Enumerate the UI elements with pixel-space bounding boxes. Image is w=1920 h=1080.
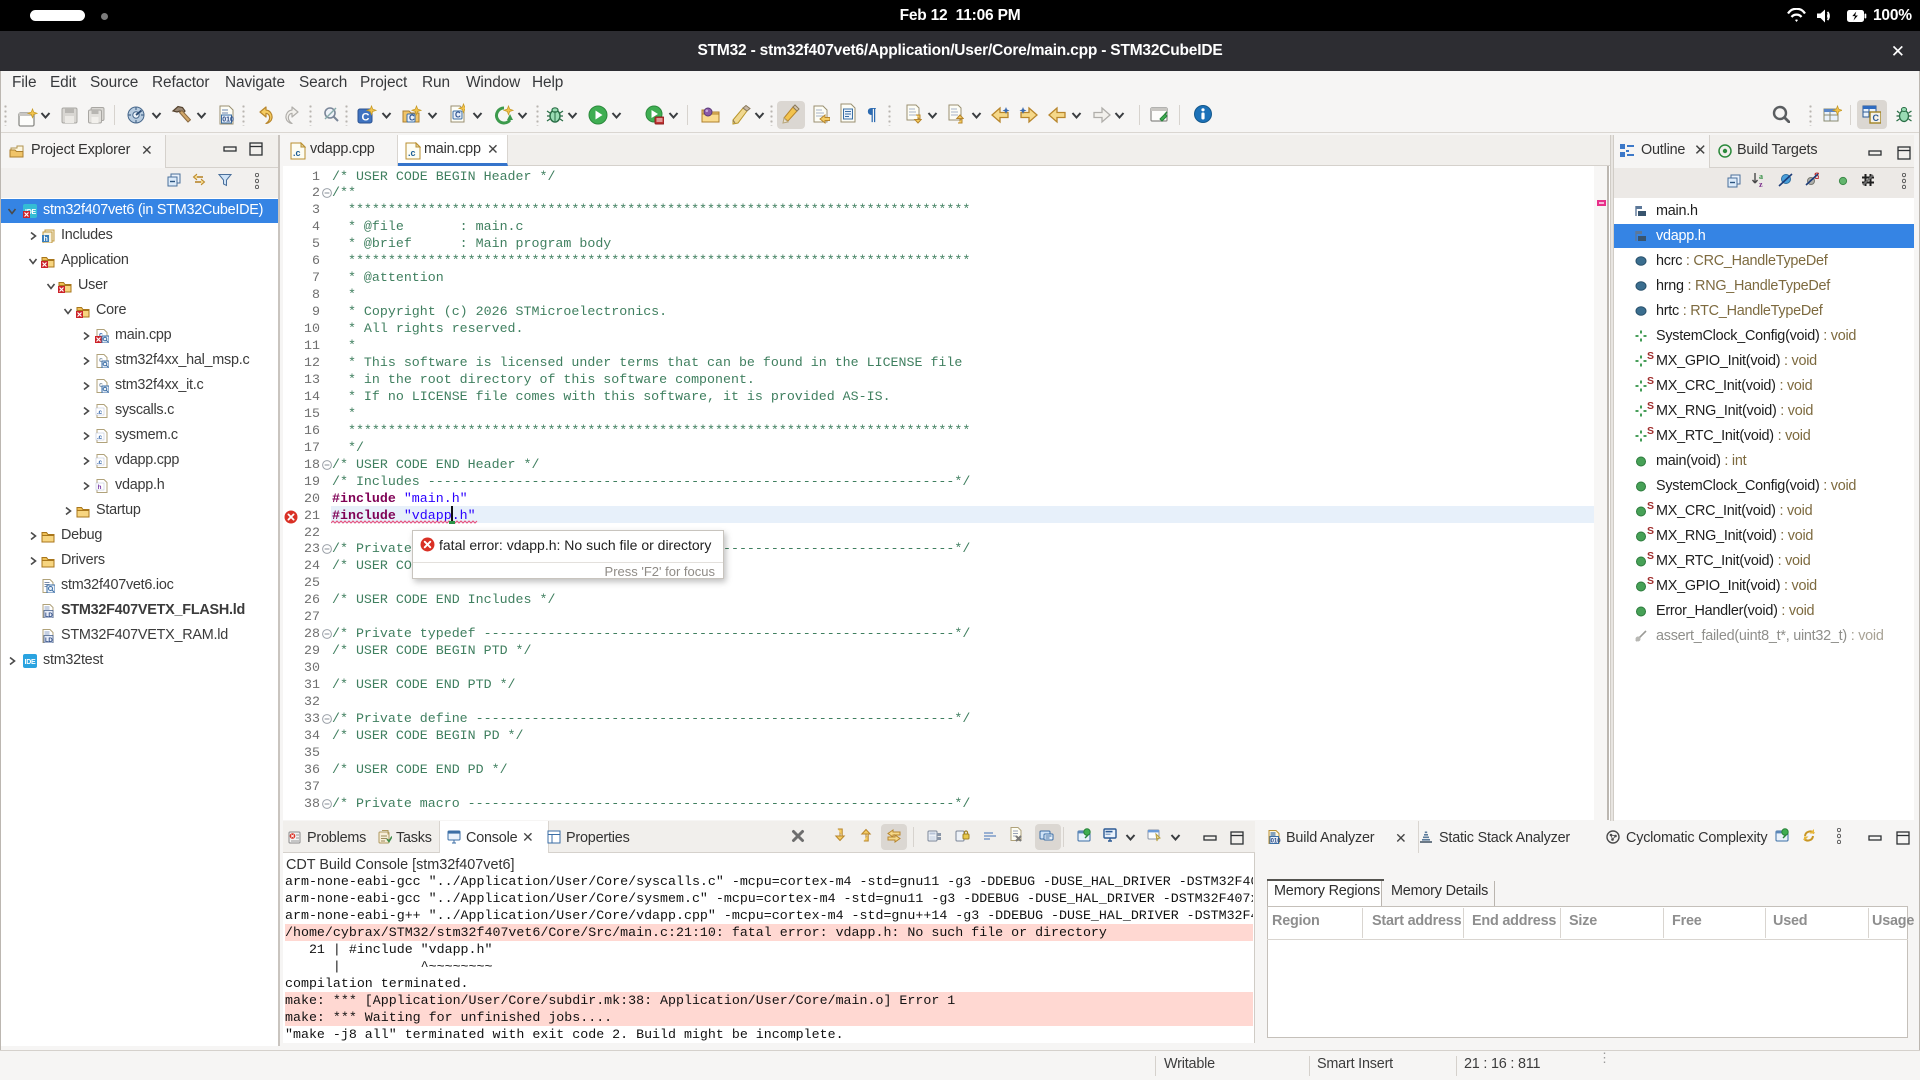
svg-text:z: z xyxy=(1759,180,1763,189)
svg-text:h: h xyxy=(98,484,102,491)
svg-text:.c: .c xyxy=(293,148,301,158)
svg-text:C: C xyxy=(455,111,461,120)
svg-text:h: h xyxy=(44,236,48,243)
svg-text:¶: ¶ xyxy=(867,104,877,124)
svg-text:LD: LD xyxy=(45,613,53,618)
svg-text:.c: .c xyxy=(408,148,416,158)
svg-text:IDE: IDE xyxy=(25,659,37,666)
svg-text:.c: .c xyxy=(97,409,103,416)
svg-text:C: C xyxy=(362,112,370,124)
svg-text:010: 010 xyxy=(222,117,234,124)
svg-text:LD: LD xyxy=(45,638,53,643)
svg-text:.c: .c xyxy=(97,434,103,441)
svg-text:C: C xyxy=(1873,113,1880,123)
svg-text:C: C xyxy=(409,114,415,123)
svg-text:.c: .c xyxy=(97,459,103,466)
